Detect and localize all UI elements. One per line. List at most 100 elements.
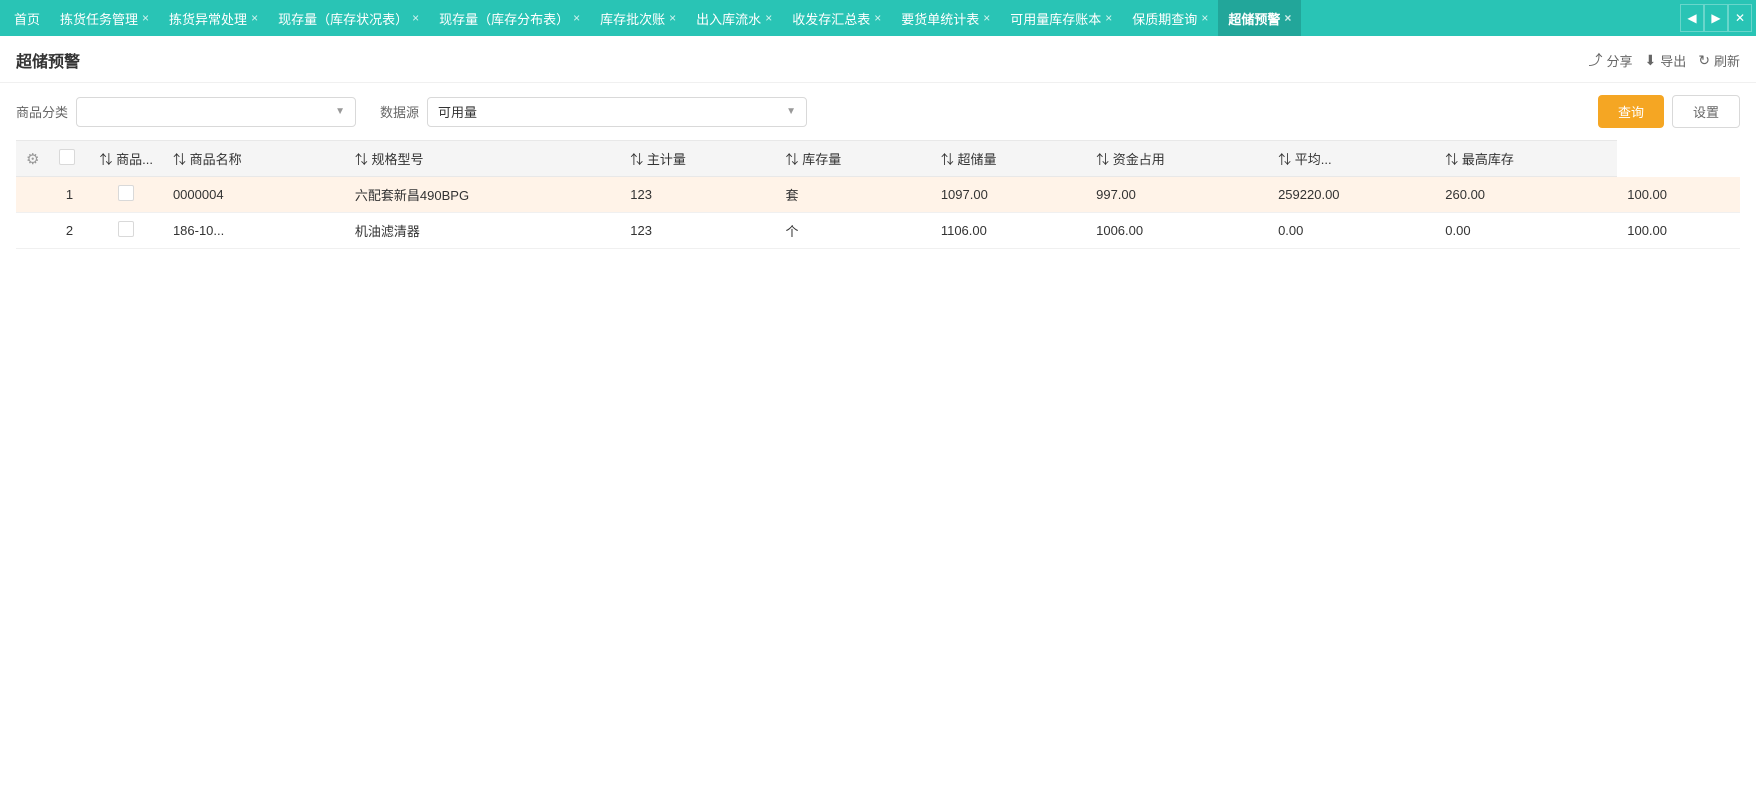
query-button[interactable]: 查询 xyxy=(1598,95,1664,128)
nav-next-button[interactable]: ▶ xyxy=(1704,4,1728,32)
col-product-code-sort-icon: ⇅ xyxy=(99,152,112,167)
nav-expiry-close[interactable]: × xyxy=(1201,11,1208,25)
col-avg-header[interactable]: ⇅ 平均... xyxy=(1268,141,1435,177)
row-checkbox[interactable] xyxy=(118,221,134,237)
nav-expiry-label: 保质期查询 xyxy=(1132,9,1197,28)
row-product-name: 机油滤清器 xyxy=(345,213,620,249)
col-avg-label: 平均... xyxy=(1295,152,1332,167)
nav-exception-close[interactable]: × xyxy=(251,11,258,25)
nav-task-mgmt[interactable]: 拣货任务管理 × xyxy=(50,0,159,36)
nav-expiry[interactable]: 保质期查询 × xyxy=(1122,0,1218,36)
table-header-row: ⚙ ⇅ 商品... ⇅ 商品名称 ⇅ 规格型号 ⇅ xyxy=(16,141,1740,177)
col-product-code-header[interactable]: ⇅ 商品... xyxy=(89,141,162,177)
row-checkbox[interactable] xyxy=(118,185,134,201)
nav-flow[interactable]: 出入库流水 × xyxy=(686,0,782,36)
datasource-select-value: 可用量 xyxy=(438,102,786,121)
share-button[interactable]: ⤴ 分享 xyxy=(1588,50,1632,70)
col-unit-sort-icon: ⇅ xyxy=(630,152,643,167)
nav-batch-ledger-close[interactable]: × xyxy=(669,11,676,25)
nav-prev-button[interactable]: ◀ xyxy=(1680,4,1704,32)
nav-exception[interactable]: 拣货异常处理 × xyxy=(159,0,268,36)
category-chevron-icon: ▼ xyxy=(335,106,345,117)
col-product-code-label: 商品... xyxy=(116,152,153,167)
col-overstock-header[interactable]: ⇅ 超储量 xyxy=(931,141,1086,177)
nav-task-mgmt-close[interactable]: × xyxy=(142,11,149,25)
row-product-code: 186-10... xyxy=(163,213,345,249)
nav-flow-close[interactable]: × xyxy=(765,11,772,25)
nav-stock-status[interactable]: 现存量（库存状况表） × xyxy=(268,0,429,36)
row-gear-cell xyxy=(16,177,49,213)
row-overstock: 997.00 xyxy=(1086,177,1268,213)
nav-stock-dist[interactable]: 现存量（库存分布表） × xyxy=(429,0,590,36)
share-label: 分享 xyxy=(1606,51,1632,70)
nav-home[interactable]: 首页 xyxy=(4,0,50,36)
table-row: 10000004六配套新昌490BPG123套1097.00997.002592… xyxy=(16,177,1740,213)
nav-available-ledger-close[interactable]: × xyxy=(1105,11,1112,25)
nav-overstock-close[interactable]: × xyxy=(1284,11,1291,25)
refresh-button[interactable]: ↻ 刷新 xyxy=(1698,51,1740,70)
row-product-name: 六配套新昌490BPG xyxy=(345,177,620,213)
row-product-code: 0000004 xyxy=(163,177,345,213)
nav-overstock[interactable]: 超储预警 × xyxy=(1218,0,1301,36)
row-gear-cell xyxy=(16,213,49,249)
page-title: 超储预警 xyxy=(16,48,80,72)
col-product-name-header[interactable]: ⇅ 商品名称 xyxy=(163,141,345,177)
row-avg: 260.00 xyxy=(1435,177,1617,213)
col-overstock-sort-icon: ⇅ xyxy=(941,152,954,167)
col-spec-label: 规格型号 xyxy=(372,152,424,167)
settings-button[interactable]: 设置 xyxy=(1672,95,1740,128)
data-table: ⚙ ⇅ 商品... ⇅ 商品名称 ⇅ 规格型号 ⇅ xyxy=(16,140,1740,249)
filter-category: 商品分类 ▼ xyxy=(16,97,356,127)
export-icon: ⬇ xyxy=(1645,52,1657,69)
nav-summary-close[interactable]: × xyxy=(874,11,881,25)
header-actions: ⤴ 分享 ⬇ 导出 ↻ 刷新 xyxy=(1588,50,1740,70)
category-label: 商品分类 xyxy=(16,102,68,121)
row-spec: 123 xyxy=(620,213,775,249)
filter-area: 商品分类 ▼ 数据源 可用量 ▼ 查询 设置 xyxy=(0,83,1756,140)
nav-flow-label: 出入库流水 xyxy=(696,9,761,28)
col-capital-header[interactable]: ⇅ 资金占用 xyxy=(1086,141,1268,177)
row-stock: 1097.00 xyxy=(931,177,1086,213)
refresh-label: 刷新 xyxy=(1714,51,1740,70)
nav-home-label: 首页 xyxy=(14,9,40,28)
refresh-icon: ↻ xyxy=(1698,52,1710,69)
nav-stock-dist-label: 现存量（库存分布表） xyxy=(439,9,569,28)
datasource-select[interactable]: 可用量 ▼ xyxy=(427,97,807,127)
col-unit-header[interactable]: ⇅ 主计量 xyxy=(620,141,775,177)
row-checkbox-cell[interactable] xyxy=(89,213,162,249)
row-number: 1 xyxy=(49,177,89,213)
nav-summary[interactable]: 收发存汇总表 × xyxy=(782,0,891,36)
col-maxstock-label: 最高库存 xyxy=(1462,152,1514,167)
datasource-label: 数据源 xyxy=(380,102,419,121)
datasource-chevron-icon: ▼ xyxy=(786,106,796,117)
row-unit: 个 xyxy=(776,213,931,249)
col-avg-sort-icon: ⇅ xyxy=(1278,152,1291,167)
col-overstock-label: 超储量 xyxy=(957,152,996,167)
col-stock-header[interactable]: ⇅ 库存量 xyxy=(776,141,931,177)
nav-exception-label: 拣货异常处理 xyxy=(169,9,247,28)
col-stock-sort-icon: ⇅ xyxy=(786,152,799,167)
nav-stock-status-close[interactable]: × xyxy=(412,11,419,25)
nav-batch-ledger[interactable]: 库存批次账 × xyxy=(590,0,686,36)
col-checkbox-header[interactable] xyxy=(49,141,89,177)
category-select[interactable]: ▼ xyxy=(76,97,356,127)
row-checkbox-cell[interactable] xyxy=(89,177,162,213)
row-maxstock: 100.00 xyxy=(1617,213,1740,249)
settings-gear-icon[interactable]: ⚙ xyxy=(26,151,39,168)
row-capital: 0.00 xyxy=(1268,213,1435,249)
nav-available-ledger[interactable]: 可用量库存账本 × xyxy=(1000,0,1122,36)
nav-stock-dist-close[interactable]: × xyxy=(573,11,580,25)
export-button[interactable]: ⬇ 导出 xyxy=(1645,51,1687,70)
col-product-name-sort-icon: ⇅ xyxy=(173,152,186,167)
nav-requisition[interactable]: 要货单统计表 × xyxy=(891,0,1000,36)
row-capital: 259220.00 xyxy=(1268,177,1435,213)
nav-stock-status-label: 现存量（库存状况表） xyxy=(278,9,408,28)
col-spec-header[interactable]: ⇅ 规格型号 xyxy=(345,141,620,177)
header-checkbox[interactable] xyxy=(59,149,75,165)
col-settings-header[interactable]: ⚙ xyxy=(16,141,49,177)
nav-close-button[interactable]: ✕ xyxy=(1728,4,1752,32)
col-maxstock-header[interactable]: ⇅ 最高库存 xyxy=(1435,141,1617,177)
table-container: ⚙ ⇅ 商品... ⇅ 商品名称 ⇅ 规格型号 ⇅ xyxy=(0,140,1756,249)
col-maxstock-sort-icon: ⇅ xyxy=(1445,152,1458,167)
nav-requisition-close[interactable]: × xyxy=(983,11,990,25)
